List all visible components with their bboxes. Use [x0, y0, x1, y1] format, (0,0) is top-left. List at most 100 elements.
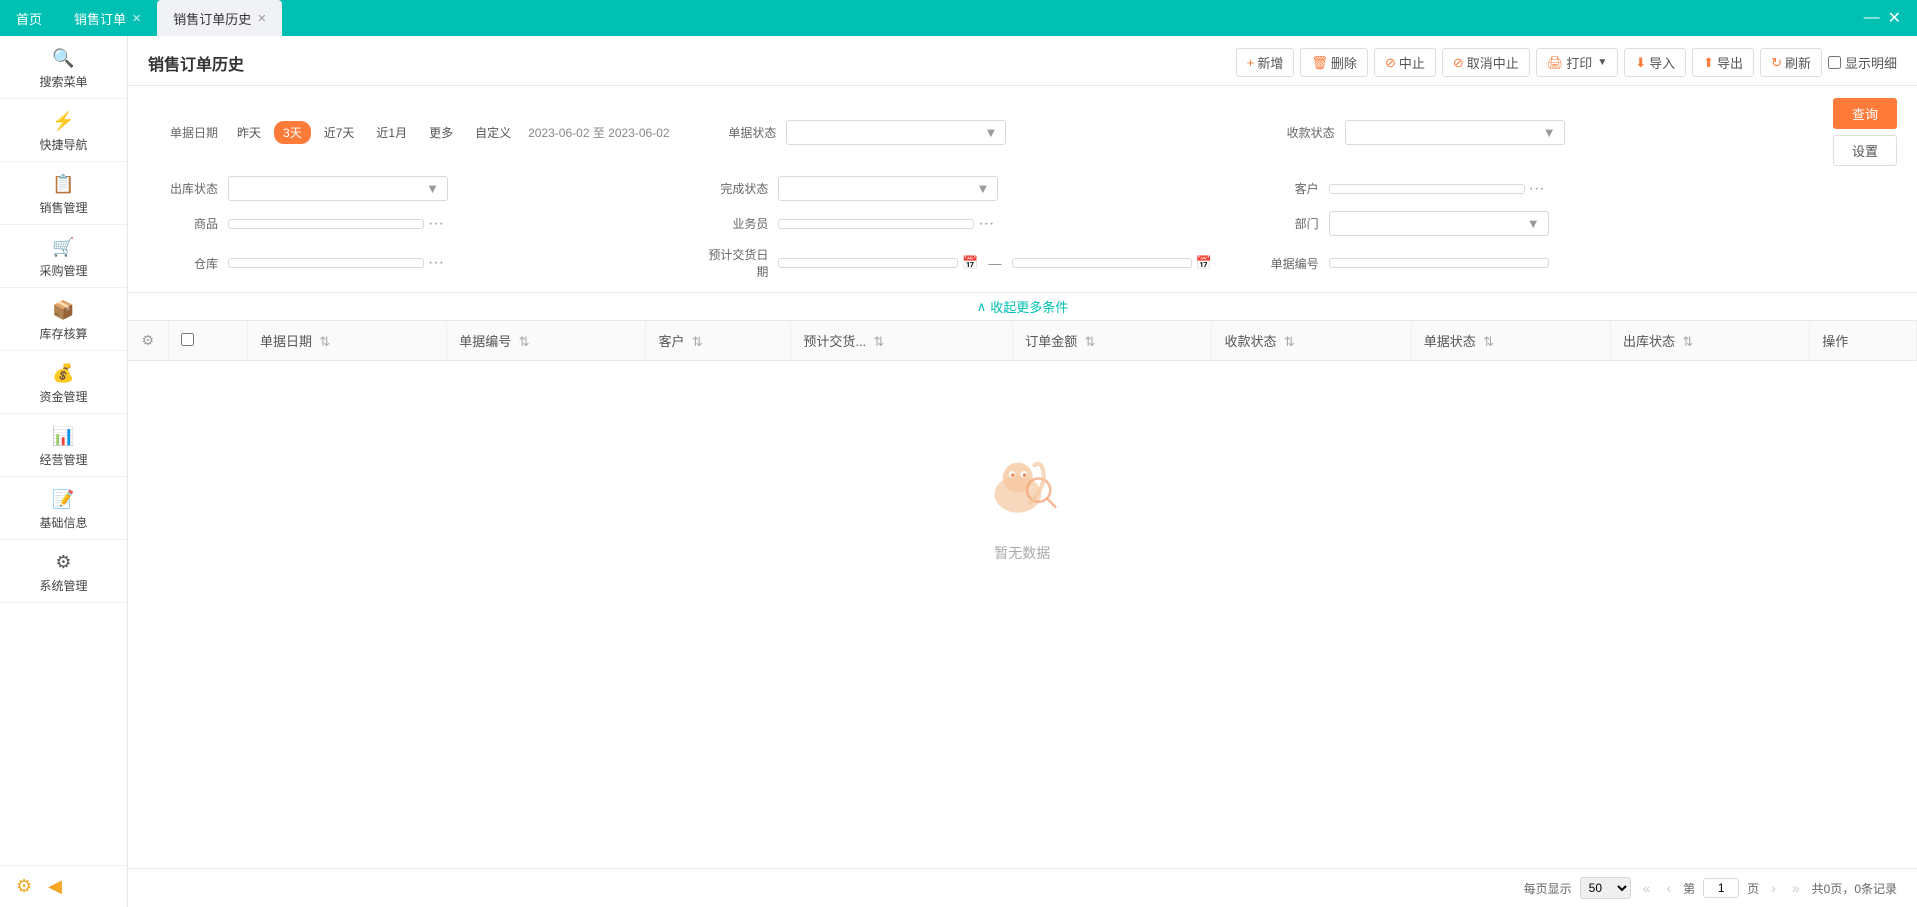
sidebar-item-basic-info[interactable]: 📝 基础信息 [0, 477, 127, 540]
th-bill-status: 单据状态 ⇅ [1411, 321, 1610, 361]
stop-button[interactable]: ⊘ 中止 [1374, 48, 1436, 77]
sidebar-settings-icon[interactable]: ⚙ [16, 876, 32, 897]
payment-status-filter-label: 收款状态 [1265, 124, 1345, 141]
date-7days-badge[interactable]: 近7天 [315, 121, 364, 144]
sidebar-item-operations[interactable]: 📊 经营管理 [0, 414, 127, 477]
date-more-badge[interactable]: 更多 [420, 121, 462, 144]
window-minimize-icon[interactable]: — [1864, 9, 1880, 27]
sidebar-collapse-icon[interactable]: ◀ [48, 876, 62, 897]
print-button[interactable]: 🖨 打印 ▼ [1536, 48, 1618, 77]
tab-home[interactable]: 首页 [0, 0, 58, 36]
sidebar-item-purchase-mgmt[interactable]: 🛒 采购管理 [0, 225, 127, 288]
salesperson-filter-label: 业务员 [698, 215, 778, 232]
last-page-button[interactable]: » [1788, 878, 1804, 898]
display-detail-checkbox[interactable] [1828, 56, 1841, 69]
filter-bill-no-cell: 单据编号 [1249, 255, 1799, 272]
date-filter-control: 昨天 3天 近7天 近1月 更多 自定义 2023-06-02 至 2023-0… [228, 121, 706, 144]
tab-sales-order-label: 销售订单 [74, 9, 126, 28]
filter-salesperson-cell: 业务员 ··· [698, 215, 1248, 233]
tab-sales-order-history-close[interactable]: ✕ [257, 12, 266, 25]
check-all-checkbox[interactable] [181, 333, 194, 346]
calendar-to-icon[interactable]: 📅 [1196, 255, 1212, 271]
warehouse-input[interactable] [228, 258, 424, 268]
set-button[interactable]: 设置 [1833, 135, 1897, 166]
toolbar: + 新增 🗑 删除 ⊘ 中止 ⊘ 取消中止 [1236, 48, 1822, 77]
date-3days-badge[interactable]: 3天 [274, 121, 311, 144]
delivery-date-from-input[interactable] [778, 258, 958, 268]
th-payment-status: 收款状态 ⇅ [1212, 321, 1411, 361]
date-yesterday-badge[interactable]: 昨天 [228, 121, 270, 144]
add-button[interactable]: + 新增 [1236, 48, 1295, 77]
customer-dots-icon[interactable]: ··· [1525, 180, 1549, 198]
next-page-button[interactable]: › [1767, 878, 1780, 898]
tab-sales-order[interactable]: 销售订单 ✕ [58, 0, 157, 36]
collapse-bar[interactable]: ∧ 收起更多条件 [128, 293, 1917, 321]
th-operation: 操作 [1810, 321, 1917, 361]
delivery-status-sort-icon[interactable]: ⇅ [1682, 334, 1693, 349]
prev-page-button[interactable]: ‹ [1662, 878, 1675, 898]
cancel-stop-button[interactable]: ⊘ 取消中止 [1442, 48, 1530, 77]
th-payment-status-label: 收款状态 [1224, 334, 1276, 349]
sidebar-system-mgmt-label: 系统管理 [39, 577, 87, 594]
sidebar-item-search-menu[interactable]: 🔍 搜索菜单 [0, 36, 127, 99]
date-range-text: 2023-06-02 至 2023-06-02 [528, 124, 669, 141]
page-number-input[interactable] [1703, 878, 1739, 898]
date-1month-badge[interactable]: 近1月 [367, 121, 416, 144]
display-detail-label[interactable]: 显示明细 [1828, 53, 1897, 72]
tab-sales-order-history[interactable]: 销售订单历史 ✕ [157, 0, 282, 36]
dept-select[interactable]: ▼ [1329, 211, 1549, 236]
filter-warehouse-cell: 仓库 ··· [148, 254, 698, 272]
complete-status-select[interactable]: ▼ [778, 176, 998, 201]
th-bill-date: 单据日期 ⇅ [247, 321, 446, 361]
tab-sales-order-close[interactable]: ✕ [132, 12, 141, 25]
customer-input[interactable] [1329, 184, 1525, 194]
th-est-delivery: 预计交货... ⇅ [791, 321, 1013, 361]
salesperson-input[interactable] [778, 219, 974, 229]
delete-button[interactable]: 🗑 删除 [1300, 48, 1368, 77]
payment-status-select[interactable]: ▼ [1345, 120, 1565, 145]
date-custom-badge[interactable]: 自定义 [466, 121, 520, 144]
bill-no-sort-icon[interactable]: ⇅ [519, 334, 530, 349]
bill-date-sort-icon[interactable]: ⇅ [319, 334, 330, 349]
bill-status-select[interactable]: ▼ [786, 120, 1006, 145]
payment-status-sort-icon[interactable]: ⇅ [1284, 334, 1295, 349]
salesperson-dots-icon[interactable]: ··· [974, 215, 998, 233]
est-delivery-sort-icon[interactable]: ⇅ [874, 334, 885, 349]
query-button[interactable]: 查询 [1833, 98, 1897, 129]
window-close-icon[interactable]: ✕ [1888, 8, 1901, 28]
sidebar-basic-info-label: 基础信息 [39, 514, 87, 531]
delivery-date-to-input[interactable] [1012, 258, 1192, 268]
total-records-text: 共0页，0条记录 [1812, 880, 1897, 897]
bill-status-sort-icon[interactable]: ⇅ [1483, 334, 1494, 349]
sidebar-item-inventory[interactable]: 📦 库存核算 [0, 288, 127, 351]
add-icon: + [1247, 55, 1255, 70]
refresh-button[interactable]: ↻ 刷新 [1760, 48, 1822, 77]
quick-nav-icon: ⚡ [52, 111, 74, 132]
sidebar-item-finance[interactable]: 💰 资金管理 [0, 351, 127, 414]
bill-no-input[interactable] [1329, 258, 1549, 268]
warehouse-dots-icon[interactable]: ··· [424, 254, 448, 272]
page-header: 销售订单历史 + 新增 🗑 删除 ⊘ 中止 [128, 36, 1917, 86]
cancel-stop-label: 取消中止 [1467, 53, 1519, 72]
calendar-from-icon[interactable]: 📅 [962, 255, 978, 271]
sidebar-search-menu-label: 搜索菜单 [39, 73, 87, 90]
product-input[interactable] [228, 219, 424, 229]
sidebar-item-system-mgmt[interactable]: ⚙ 系统管理 [0, 540, 127, 603]
print-label: 打印 [1566, 53, 1592, 72]
import-button[interactable]: ⬇ 导入 [1624, 48, 1686, 77]
th-delivery-status: 出库状态 ⇅ [1610, 321, 1809, 361]
table-settings-icon[interactable]: ⚙ [141, 332, 154, 348]
first-page-button[interactable]: « [1639, 878, 1655, 898]
delete-icon: 🗑 [1311, 55, 1328, 71]
page-size-select[interactable]: 20 50 100 200 [1580, 877, 1631, 899]
sidebar-item-sales-mgmt[interactable]: 📋 销售管理 [0, 162, 127, 225]
customer-sort-icon[interactable]: ⇅ [692, 334, 703, 349]
delivery-status-select[interactable]: ▼ [228, 176, 448, 201]
export-button[interactable]: ⬆ 导出 [1692, 48, 1754, 77]
product-dots-icon[interactable]: ··· [424, 215, 448, 233]
sidebar-item-quick-nav[interactable]: ⚡ 快捷导航 [0, 99, 127, 162]
chevron-up-icon: ∧ [977, 299, 987, 315]
collapse-label: 收起更多条件 [990, 297, 1068, 316]
order-amount-sort-icon[interactable]: ⇅ [1085, 334, 1096, 349]
page-word: 第 [1683, 880, 1695, 897]
